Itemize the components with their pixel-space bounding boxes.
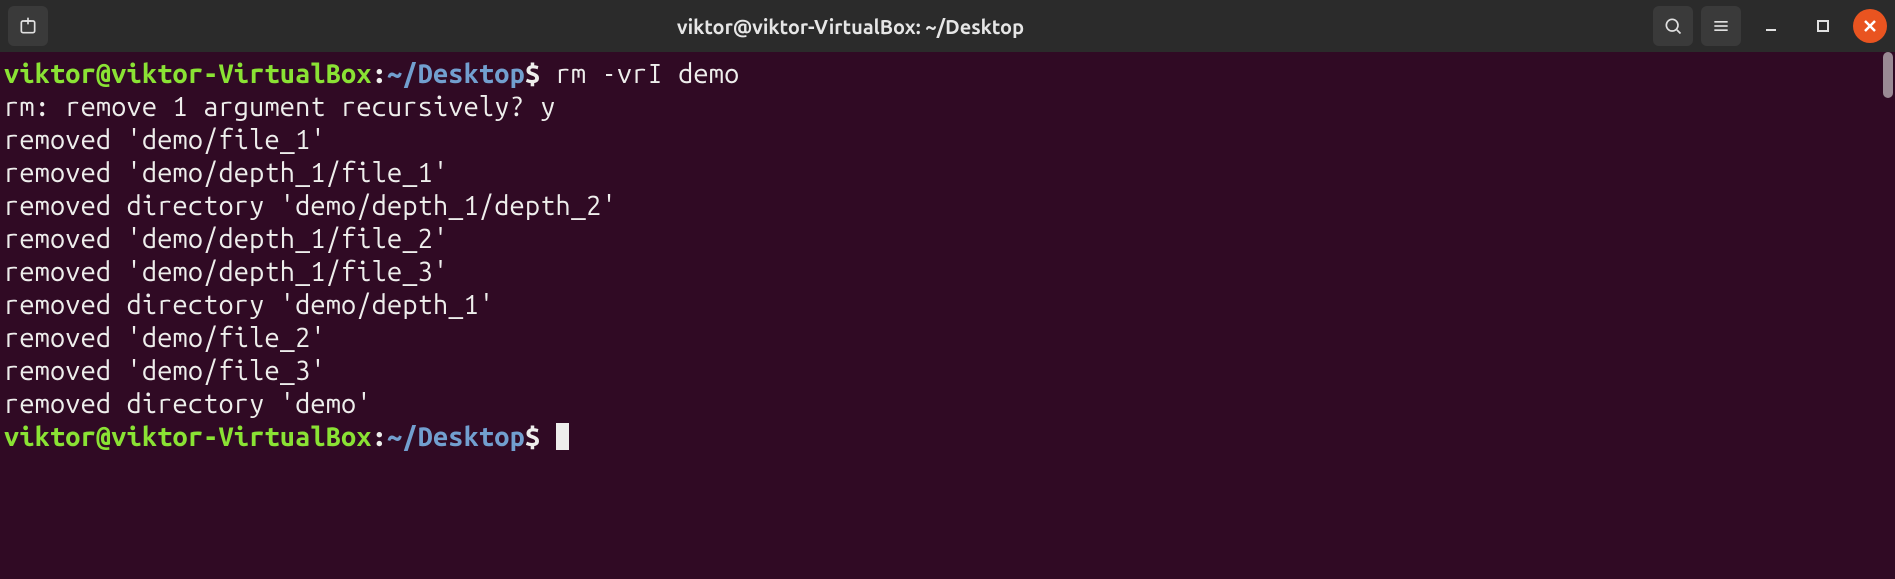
window-titlebar: viktor@viktor-VirtualBox: ~/Desktop <box>0 0 1895 52</box>
prompt-colon: : <box>372 422 387 452</box>
close-button[interactable] <box>1853 9 1887 43</box>
scrollbar-thumb[interactable] <box>1883 52 1893 98</box>
prompt-user-host: viktor@viktor-VirtualBox <box>4 59 372 89</box>
command-text: rm -vrI demo <box>540 59 739 89</box>
maximize-button[interactable] <box>1801 4 1845 48</box>
prompt-path: ~/Desktop <box>387 59 525 89</box>
output-line: removed directory 'demo/depth_1' <box>4 290 494 320</box>
output-line: removed directory 'demo/depth_1/depth_2' <box>4 191 617 221</box>
output-line: removed directory 'demo' <box>4 389 372 419</box>
menu-button[interactable] <box>1701 6 1741 46</box>
prompt-path: ~/Desktop <box>387 422 525 452</box>
window-title: viktor@viktor-VirtualBox: ~/Desktop <box>48 15 1653 38</box>
output-line: removed 'demo/file_1' <box>4 125 326 155</box>
output-line: removed 'demo/depth_1/file_2' <box>4 224 448 254</box>
prompt-user-host: viktor@viktor-VirtualBox <box>4 422 372 452</box>
output-line: removed 'demo/file_2' <box>4 323 326 353</box>
terminal-cursor <box>556 423 569 450</box>
new-tab-button[interactable] <box>8 6 48 46</box>
prompt-colon: : <box>372 59 387 89</box>
minimize-button[interactable] <box>1749 4 1793 48</box>
search-button[interactable] <box>1653 6 1693 46</box>
scrollbar[interactable] <box>1881 52 1895 579</box>
terminal-output[interactable]: viktor@viktor-VirtualBox:~/Desktop$ rm -… <box>0 52 1895 579</box>
output-line: removed 'demo/depth_1/file_3' <box>4 257 448 287</box>
prompt-symbol: $ <box>525 422 540 452</box>
prompt-symbol: $ <box>525 59 540 89</box>
output-line: removed 'demo/depth_1/file_1' <box>4 158 448 188</box>
output-line: removed 'demo/file_3' <box>4 356 326 386</box>
output-line: rm: remove 1 argument recursively? y <box>4 92 556 122</box>
